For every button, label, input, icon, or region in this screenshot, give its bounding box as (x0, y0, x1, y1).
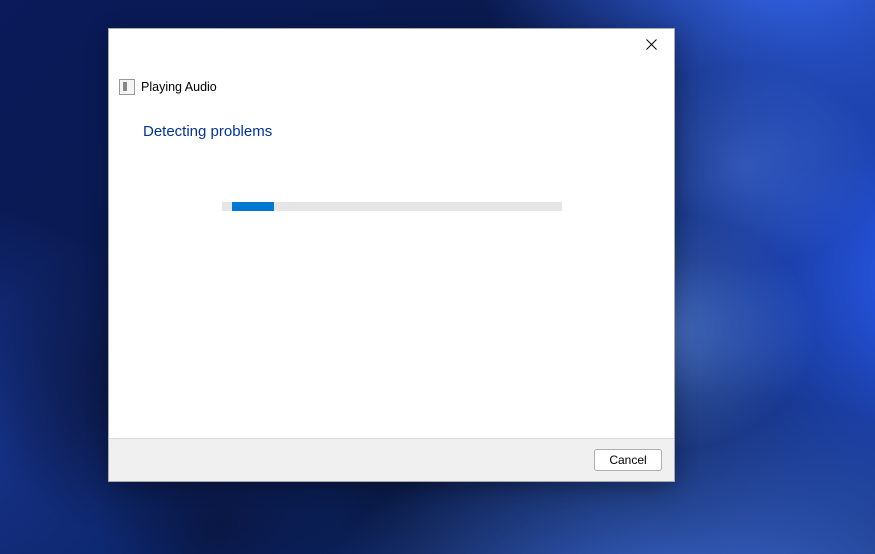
header-row: Playing Audio (109, 79, 674, 95)
progress-bar (222, 202, 562, 211)
audio-troubleshooter-icon (119, 79, 135, 95)
dialog-content: Detecting problems (109, 95, 674, 438)
progress-fill (232, 202, 274, 211)
progress-container (143, 202, 640, 211)
app-title: Playing Audio (141, 80, 217, 94)
close-icon (646, 39, 657, 50)
dialog-footer: Cancel (109, 438, 674, 481)
cancel-button[interactable]: Cancel (594, 449, 662, 471)
status-heading: Detecting problems (143, 123, 640, 140)
close-button[interactable] (628, 29, 674, 59)
troubleshooter-dialog: Playing Audio Detecting problems Cancel (108, 28, 675, 482)
titlebar (109, 29, 674, 67)
